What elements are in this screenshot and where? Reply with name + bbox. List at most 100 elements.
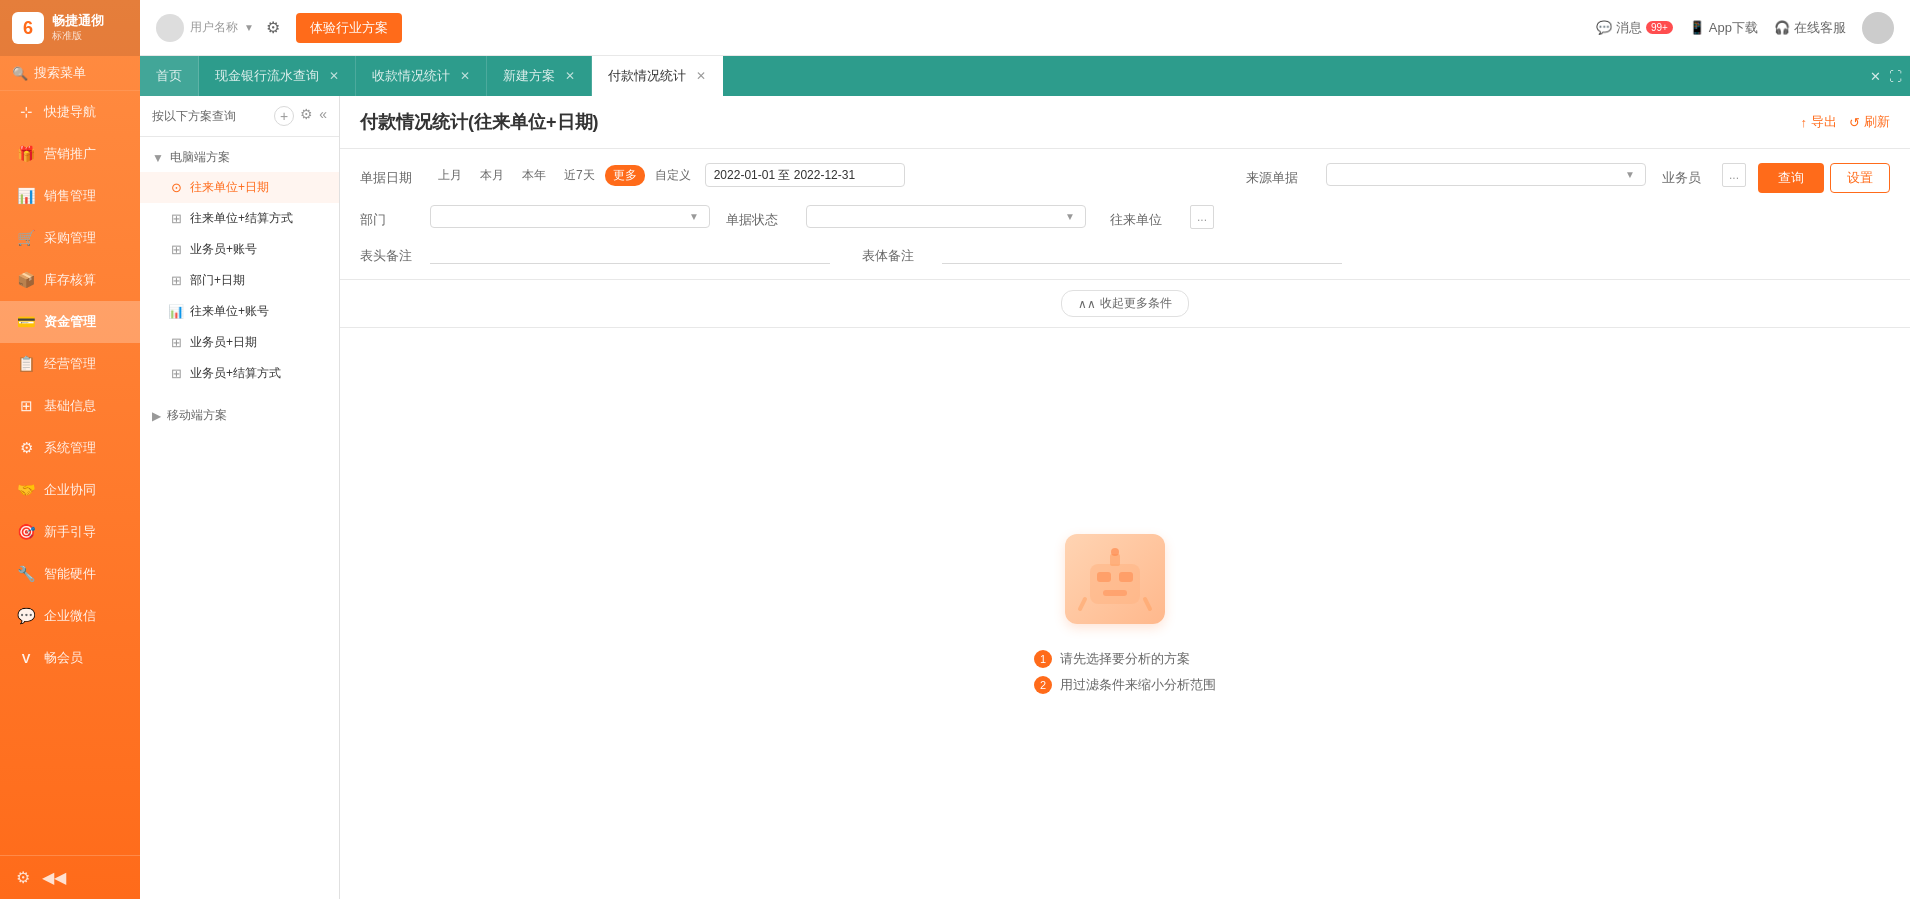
app-download-action[interactable]: 📱 App下载 [1689,19,1758,37]
filter-area: 单据日期 上月 本月 本年 近7天 更多 自定义 来源单据 [340,149,1910,280]
main-area: 用户名称 ▼ ⚙ 体验行业方案 💬 消息 99+ 📱 App下载 🎧 在线客服 [140,0,1910,899]
search-menu[interactable]: 🔍 搜索菜单 [0,56,140,91]
date-tab-last-month[interactable]: 上月 [430,164,470,187]
tab-new-plan-close[interactable]: ✕ [565,69,575,83]
triangle-right-icon: ▶ [152,409,161,423]
sidebar-item-finance[interactable]: 💳 资金管理 [0,301,140,343]
sidebar-item-marketing[interactable]: 🎁 营销推广 [0,133,140,175]
sidebar-item-quick-nav[interactable]: ⊹ 快捷导航 [0,91,140,133]
tab-bank-flow[interactable]: 现金银行流水查询 ✕ [199,56,356,96]
sidebar-item-system[interactable]: ⚙ 系统管理 [0,427,140,469]
schema-item-dept-date[interactable]: ⊞ 部门+日期 [140,265,339,296]
tab-bank-flow-close[interactable]: ✕ [329,69,339,83]
sidebar-item-purchase[interactable]: 🛒 采购管理 [0,217,140,259]
collapse-btn-label: 收起更多条件 [1100,295,1172,312]
counterpart-account-icon: 📊 [168,304,184,319]
schema-item-salesperson-date[interactable]: ⊞ 业务员+日期 [140,327,339,358]
header-user-avatar[interactable] [1862,12,1894,44]
svg-rect-0 [1090,564,1140,604]
tab-fullscreen-icon[interactable]: ⛶ [1889,69,1902,84]
schema-item-counterpart-account[interactable]: 📊 往来单位+账号 [140,296,339,327]
svg-rect-1 [1097,572,1111,582]
mobile-group-label: 移动端方案 [167,407,227,424]
header-note-control [430,241,830,264]
message-icon: 💬 [1596,20,1612,35]
page-title: 付款情况统计(往来单位+日期) [360,110,599,148]
source-select[interactable]: ▼ [1326,163,1646,186]
filter-settings-button[interactable]: 设置 [1830,163,1890,193]
collapse-row: ∧∧ 收起更多条件 [340,280,1910,328]
sidebar-item-hardware[interactable]: 🔧 智能硬件 [0,553,140,595]
body-note-input[interactable] [942,241,1342,264]
export-button[interactable]: ↑ 导出 [1801,113,1838,131]
query-button[interactable]: 查询 [1758,163,1824,193]
sidebar-item-label: 畅会员 [44,649,83,667]
tab-payment-stats-close[interactable]: ✕ [696,69,706,83]
sidebar-item-inventory[interactable]: 📦 库存核算 [0,259,140,301]
refresh-button[interactable]: ↺ 刷新 [1849,113,1890,131]
doc-status-label: 单据状态 [726,205,806,229]
dept-label: 部门 [360,205,430,229]
schema-item-label: 业务员+结算方式 [190,365,281,382]
tab-new-plan[interactable]: 新建方案 ✕ [487,56,592,96]
schema-item-counterpart-settle[interactable]: ⊞ 往来单位+结算方式 [140,203,339,234]
messages-action[interactable]: 💬 消息 99+ [1596,19,1673,37]
doc-status-select[interactable]: ▼ [806,205,1086,228]
date-filter-control: 上月 本月 本年 近7天 更多 自定义 [430,163,1246,187]
date-tab-this-year[interactable]: 本年 [514,164,554,187]
dept-select[interactable]: ▼ [430,205,710,228]
schema-item-counterpart-date[interactable]: ⊙ 往来单位+日期 [140,172,339,203]
salesperson-control: ... [1722,163,1746,187]
tab-receipt-stats-close[interactable]: ✕ [460,69,470,83]
mobile-group-title[interactable]: ▶ 移动端方案 [140,401,339,430]
schema-settings-btn[interactable]: ⚙ [300,106,313,126]
sidebar-item-wechat[interactable]: 💬 企业微信 [0,595,140,637]
collapse-panel-btn[interactable]: « [319,106,327,126]
dept-date-icon: ⊞ [168,273,184,288]
date-tab-more[interactable]: 更多 [605,165,645,186]
gear-icon[interactable]: ⚙ [266,18,280,37]
hint-num-1: 1 [1034,650,1052,668]
settings-bottom-icon[interactable]: ⚙ [16,868,30,887]
date-range-input[interactable] [705,163,905,187]
svg-rect-2 [1119,572,1133,582]
sidebar-item-guide[interactable]: 🎯 新手引导 [0,511,140,553]
sidebar-item-basic[interactable]: ⊞ 基础信息 [0,385,140,427]
inventory-icon: 📦 [16,271,36,289]
header-note-input[interactable] [430,241,830,264]
empty-hint-2: 2 用过滤条件来缩小分析范围 [1034,676,1216,694]
online-service-action[interactable]: 🎧 在线客服 [1774,19,1846,37]
date-tab-7days[interactable]: 近7天 [556,164,603,187]
sidebar-item-enterprise[interactable]: 🤝 企业协同 [0,469,140,511]
sidebar-item-operation[interactable]: 📋 经营管理 [0,343,140,385]
filter-row-3: 表头备注 表体备注 [360,241,1890,265]
sidebar-logo: 6 畅捷通彻 标准版 [0,0,140,56]
tab-payment-stats[interactable]: 付款情况统计 ✕ [592,56,723,96]
sidebar-item-label: 智能硬件 [44,565,96,583]
sidebar-item-label: 新手引导 [44,523,96,541]
salesperson-account-icon: ⊞ [168,242,184,257]
sidebar-item-member[interactable]: V 畅会员 [0,637,140,679]
desktop-group-title[interactable]: ▼ 电脑端方案 [140,143,339,172]
header-user[interactable]: 用户名称 ▼ [156,14,254,42]
hint-text-1: 请先选择要分析的方案 [1060,650,1190,668]
add-schema-btn[interactable]: + [274,106,294,126]
schema-item-salesperson-account[interactable]: ⊞ 业务员+账号 [140,234,339,265]
sidebar-item-sales[interactable]: 📊 销售管理 [0,175,140,217]
counterpart-ellipsis-btn[interactable]: ... [1190,205,1214,229]
schema-item-salesperson-settle[interactable]: ⊞ 业务员+结算方式 [140,358,339,389]
trial-button[interactable]: 体验行业方案 [296,13,402,43]
salesperson-ellipsis-btn[interactable]: ... [1722,163,1746,187]
search-label: 搜索菜单 [34,64,86,82]
doc-status-arrow: ▼ [1065,211,1075,222]
tab-home[interactable]: 首页 [140,56,199,96]
collapse-more-btn[interactable]: ∧∧ 收起更多条件 [1061,290,1189,317]
tab-close-all-icon[interactable]: ✕ [1870,69,1881,84]
tab-receipt-stats[interactable]: 收款情况统计 ✕ [356,56,487,96]
date-tab-this-month[interactable]: 本月 [472,164,512,187]
purchase-icon: 🛒 [16,229,36,247]
dropdown-icon: ▼ [244,22,254,33]
collapse-sidebar-icon[interactable]: ◀◀ [42,868,66,887]
date-tab-custom[interactable]: 自定义 [647,164,699,187]
sidebar-item-label: 采购管理 [44,229,96,247]
